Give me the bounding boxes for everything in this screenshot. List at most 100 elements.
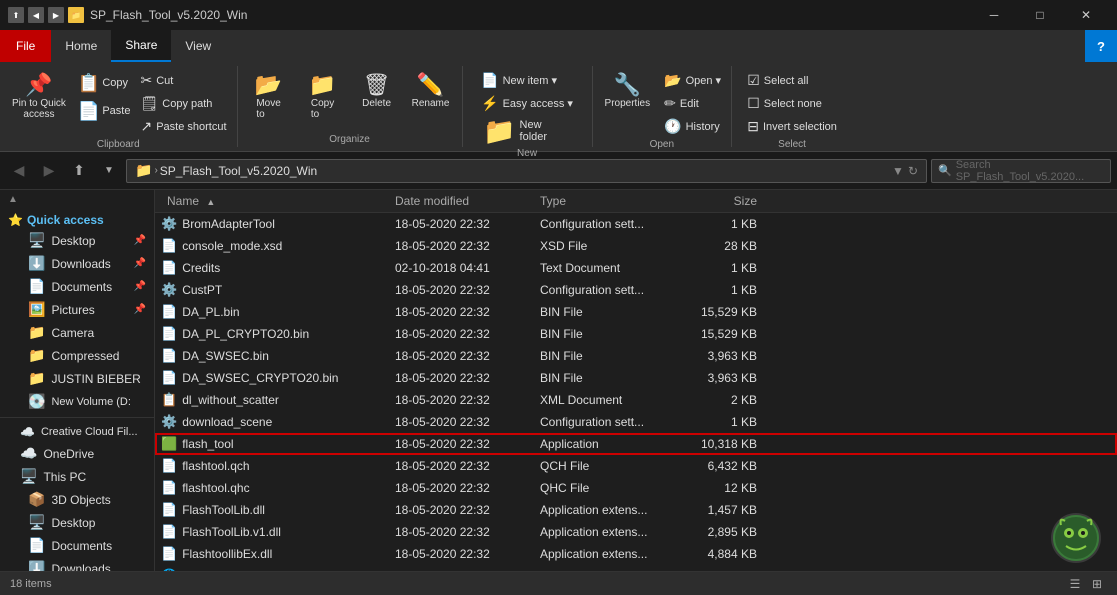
table-row[interactable]: 🌐 How to Use 25-01-2018 02:40 Internet S… <box>155 565 1117 571</box>
paste-button[interactable]: 📄 Paste <box>74 98 135 124</box>
table-row[interactable]: 📄 flashtool.qhc 18-05-2020 22:32 QHC Fil… <box>155 477 1117 499</box>
table-row[interactable]: 📄 DA_SWSEC_CRYPTO20.bin 18-05-2020 22:32… <box>155 367 1117 389</box>
new-folder-button[interactable]: 📁 Newfolder <box>477 116 553 146</box>
history-button[interactable]: 🕐 History <box>660 116 725 137</box>
move-to-button[interactable]: 📂 Moveto <box>244 70 294 124</box>
sidebar-item-downloads2[interactable]: ⬇️ Downloads <box>0 557 154 571</box>
menu-share[interactable]: Share <box>111 30 171 62</box>
forward-icon[interactable]: ▶ <box>48 7 64 23</box>
ribbon-group-select: ☑ Select all ☐ Select none ⊟ Invert sele… <box>732 66 852 147</box>
address-path[interactable]: 📁 › SP_Flash_Tool_v5.2020_Win ▼ ↻ <box>126 159 927 183</box>
sidebar-item-pictures[interactable]: 🖼️ Pictures 📌 <box>0 298 154 321</box>
details-view-button[interactable]: ☰ <box>1065 575 1085 593</box>
select-all-button[interactable]: ☑ Select all <box>743 70 812 91</box>
title-bar: ⬆ ◀ ▶ 📁 SP_Flash_Tool_v5.2020_Win ─ □ ✕ <box>0 0 1117 30</box>
delete-button[interactable]: 🗑 Delete <box>352 70 402 113</box>
path-dropdown-icon[interactable]: ▼ <box>892 164 904 178</box>
menu-view[interactable]: View <box>171 30 225 62</box>
file-name-cell: 📄 FlashToolLib.v1.dll <box>155 524 395 540</box>
copy-to-button[interactable]: 📁 Copyto <box>298 70 348 124</box>
table-row[interactable]: 📄 Credits 02-10-2018 04:41 Text Document… <box>155 257 1117 279</box>
this-pc-icon: 🖥️ <box>20 468 37 485</box>
compressed-label: Compressed <box>51 349 119 363</box>
large-icons-view-button[interactable]: ⊞ <box>1087 575 1107 593</box>
header-size[interactable]: Size <box>685 194 765 208</box>
table-row[interactable]: 📄 FlashToolLib.dll 18-05-2020 22:32 Appl… <box>155 499 1117 521</box>
title-bar-controls: ─ □ ✕ <box>971 0 1109 30</box>
camera-label: Camera <box>51 326 94 340</box>
sidebar-item-compressed[interactable]: 📁 Compressed <box>0 344 154 367</box>
refresh-icon[interactable]: ↻ <box>908 164 918 178</box>
close-button[interactable]: ✕ <box>1063 0 1109 30</box>
easy-access-button[interactable]: ⚡ Easy access ▾ <box>477 93 577 114</box>
desktop-label: Desktop <box>51 234 95 248</box>
new-item-button[interactable]: 📄 New item ▾ <box>477 70 561 91</box>
menu-home[interactable]: Home <box>51 30 111 62</box>
paste-shortcut-button[interactable]: ↗ Paste shortcut <box>136 116 230 137</box>
clipboard-label: Clipboard <box>97 137 140 152</box>
file-list-header: Name ▲ Date modified Type Size <box>155 190 1117 213</box>
minimize-button[interactable]: ─ <box>971 0 1017 30</box>
menu-file[interactable]: File <box>0 30 51 62</box>
menu-help[interactable]: ? <box>1085 30 1117 62</box>
forward-button[interactable]: ▶ <box>36 158 62 184</box>
sidebar-item-onedrive[interactable]: ☁️ OneDrive <box>0 442 154 465</box>
table-row[interactable]: 📄 DA_SWSEC.bin 18-05-2020 22:32 BIN File… <box>155 345 1117 367</box>
sidebar-item-this-pc[interactable]: 🖥️ This PC <box>0 465 154 488</box>
table-row[interactable]: 📋 dl_without_scatter 18-05-2020 22:32 XM… <box>155 389 1117 411</box>
table-row[interactable]: ⚙️ BromAdapterTool 18-05-2020 22:32 Conf… <box>155 213 1117 235</box>
sidebar-item-desktop[interactable]: 🖥️ Desktop 📌 <box>0 229 154 252</box>
file-type-cell: Application extens... <box>540 525 685 539</box>
sidebar-item-3d[interactable]: 📦 3D Objects <box>0 488 154 511</box>
file-list[interactable]: ⚙️ BromAdapterTool 18-05-2020 22:32 Conf… <box>155 213 1117 571</box>
sidebar-item-documents2[interactable]: 📄 Documents <box>0 534 154 557</box>
table-row[interactable]: 📄 flashtool.qch 18-05-2020 22:32 QCH Fil… <box>155 455 1117 477</box>
header-date[interactable]: Date modified <box>395 194 540 208</box>
sidebar-item-documents[interactable]: 📄 Documents 📌 <box>0 275 154 298</box>
table-row[interactable]: 📄 console_mode.xsd 18-05-2020 22:32 XSD … <box>155 235 1117 257</box>
recent-locations-button[interactable]: ▼ <box>96 158 122 184</box>
edit-button[interactable]: ✏ Edit <box>660 93 725 114</box>
properties-button[interactable]: 🔧 Properties <box>599 70 657 113</box>
sidebar-item-downloads[interactable]: ⬇️ Downloads 📌 <box>0 252 154 275</box>
file-name-text: DA_PL_CRYPTO20.bin <box>182 327 309 341</box>
rename-button[interactable]: ✏️ Rename <box>406 70 456 113</box>
table-row[interactable]: 📄 FlashtoollibEx.dll 18-05-2020 22:32 Ap… <box>155 543 1117 565</box>
copy-path-button[interactable]: 🗒 Copy path <box>136 93 230 114</box>
maximize-button[interactable]: □ <box>1017 0 1063 30</box>
search-box[interactable]: 🔍 Search SP_Flash_Tool_v5.2020... <box>931 159 1111 183</box>
file-size-cell: 12 KB <box>685 481 765 495</box>
table-row[interactable]: 📄 DA_PL_CRYPTO20.bin 18-05-2020 22:32 BI… <box>155 323 1117 345</box>
pin-quick-access-button[interactable]: 📌 Pin to Quickaccess <box>6 70 72 124</box>
sidebar-collapse-arrow[interactable]: ▲ <box>8 194 18 205</box>
select-none-button[interactable]: ☐ Select none <box>743 93 826 114</box>
delete-icon: 🗑 <box>363 74 391 96</box>
invert-selection-button[interactable]: ⊟ Invert selection <box>743 116 841 137</box>
sidebar-item-desktop2[interactable]: 🖥️ Desktop <box>0 511 154 534</box>
back-button[interactable]: ◀ <box>6 158 32 184</box>
up-button[interactable]: ⬆ <box>66 158 92 184</box>
file-type-icon: 📄 <box>161 260 177 276</box>
open-icon: 📂 <box>664 72 681 89</box>
copy-button[interactable]: 📋 Copy <box>74 70 135 96</box>
new-item-icon: 📄 <box>481 72 498 89</box>
cut-label: Cut <box>156 75 173 87</box>
table-row[interactable]: ⚙️ download_scene 18-05-2020 22:32 Confi… <box>155 411 1117 433</box>
open-button[interactable]: 📂 Open ▾ <box>660 70 725 91</box>
sidebar-item-justin[interactable]: 📁 JUSTIN BIEBER <box>0 367 154 390</box>
sidebar-item-creative-cloud[interactable]: ☁️ Creative Cloud Fil... <box>0 422 154 442</box>
table-row[interactable]: ⚙️ CustPT 18-05-2020 22:32 Configuration… <box>155 279 1117 301</box>
sidebar-item-new-volume[interactable]: 💽 New Volume (D: <box>0 390 154 413</box>
table-row[interactable]: 📄 FlashToolLib.v1.dll 18-05-2020 22:32 A… <box>155 521 1117 543</box>
table-row[interactable]: 🟩 flash_tool 18-05-2020 22:32 Applicatio… <box>155 433 1117 455</box>
cut-button[interactable]: ✂ Cut <box>136 70 230 91</box>
file-type-cell: Configuration sett... <box>540 283 685 297</box>
table-row[interactable]: 📄 DA_PL.bin 18-05-2020 22:32 BIN File 15… <box>155 301 1117 323</box>
copy-path-icon: 🗒 <box>140 95 158 112</box>
sidebar-item-camera[interactable]: 📁 Camera <box>0 321 154 344</box>
header-type[interactable]: Type <box>540 194 685 208</box>
file-type-cell: QHC File <box>540 481 685 495</box>
back-icon[interactable]: ◀ <box>28 7 44 23</box>
path-controls: ▼ ↻ <box>892 164 918 178</box>
header-name[interactable]: Name ▲ <box>155 194 395 208</box>
